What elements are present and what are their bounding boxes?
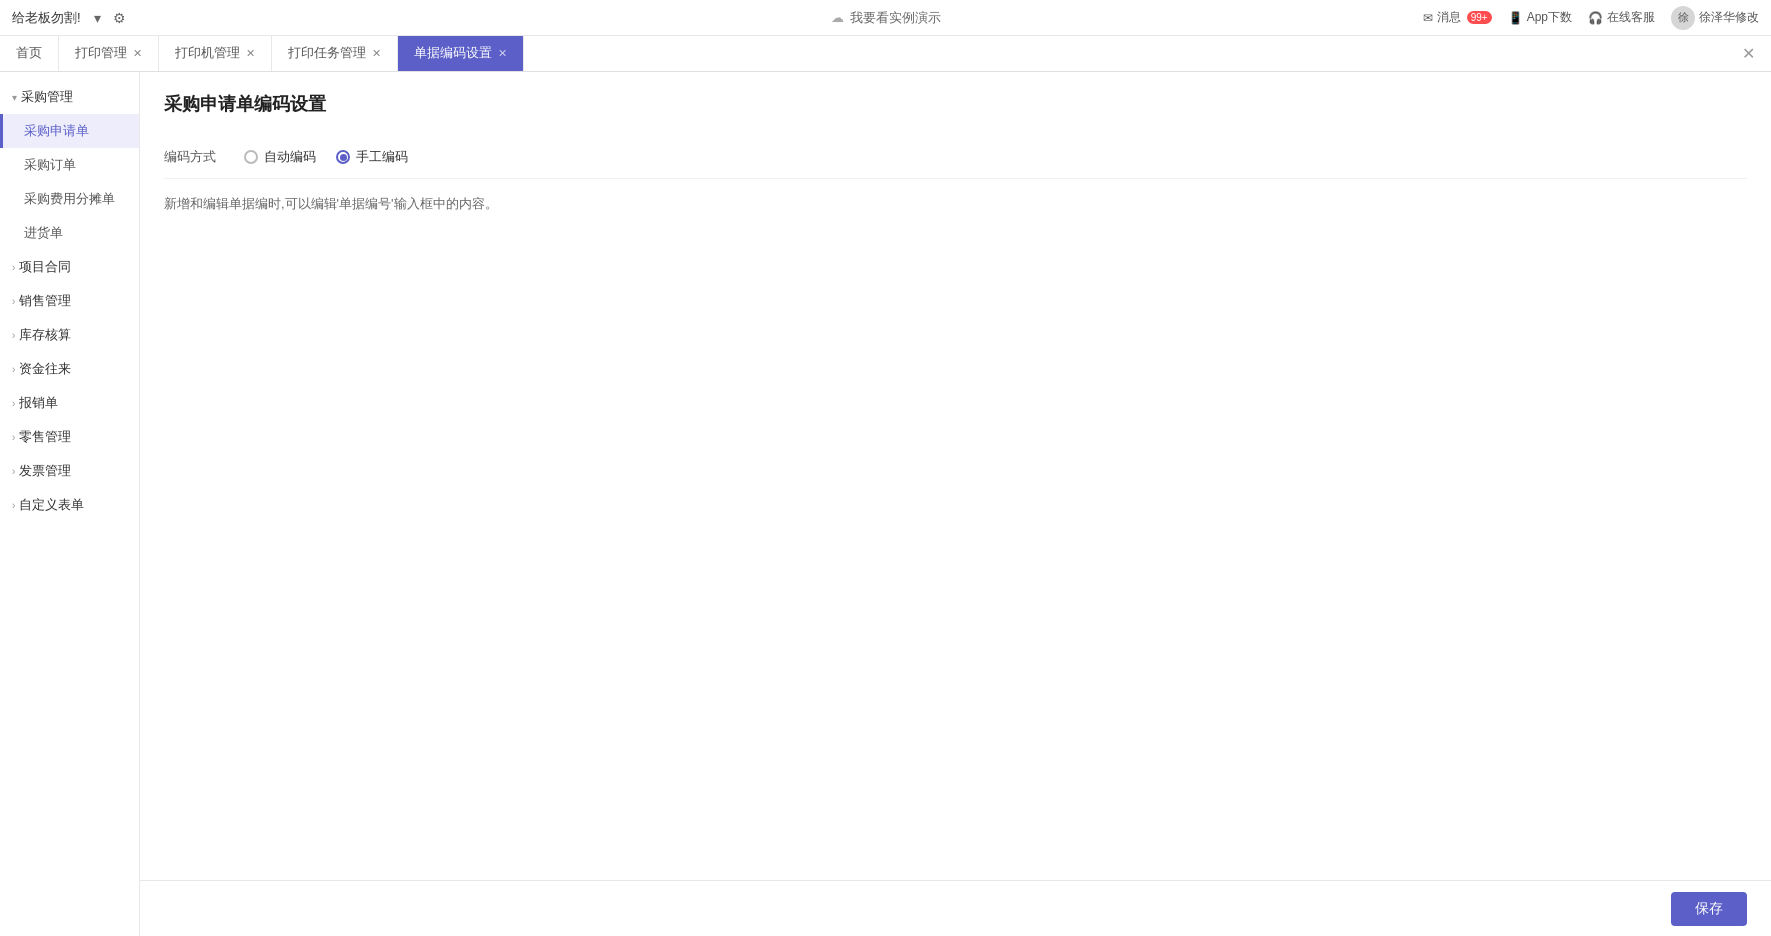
tab-bill-code-settings-close[interactable]: ✕	[498, 47, 507, 60]
sidebar-item-purchase-expense[interactable]: 采购费用分摊单	[0, 182, 139, 216]
sidebar-group-sales-mgmt-label: 销售管理	[19, 292, 71, 310]
hint-text: 新增和编辑单据编时,可以编辑'单据编号'输入框中的内容。	[164, 195, 1747, 213]
main-layout: ▾ 采购管理 采购申请单 采购订单 采购费用分摊单 进货单 › 项目合同 › 销…	[0, 72, 1771, 936]
top-bar: 给老板勿割! ▾ ⚙ ☁ 我要看实例演示 ✉ 消息 99+ 📱 App下数 🎧 …	[0, 0, 1771, 36]
footer-bar: 保存	[140, 880, 1771, 936]
radio-auto-label: 自动编码	[264, 148, 316, 166]
headset-icon: 🎧	[1588, 11, 1603, 25]
radio-manual-encoding[interactable]: 手工编码	[336, 148, 408, 166]
message-badge: 99+	[1467, 11, 1492, 24]
radio-auto-encoding[interactable]: 自动编码	[244, 148, 316, 166]
sidebar-group-custom-forms[interactable]: › 自定义表单	[0, 488, 139, 522]
tab-printer-mgmt-close[interactable]: ✕	[246, 47, 255, 60]
top-bar-left: 给老板勿割! ▾ ⚙	[12, 9, 129, 27]
arrow-right-icon-custom: ›	[12, 500, 15, 511]
sidebar-item-purchase-order-label: 采购订单	[24, 157, 76, 172]
arrow-down-icon: ▾	[12, 92, 17, 103]
sidebar-group-purchase-mgmt[interactable]: ▾ 采购管理	[0, 80, 139, 114]
sidebar-group-inventory-label: 库存核算	[19, 326, 71, 344]
sidebar-group-project-contract[interactable]: › 项目合同	[0, 250, 139, 284]
online-service-item[interactable]: 🎧 在线客服	[1588, 9, 1655, 26]
radio-group: 自动编码 手工编码	[244, 148, 408, 166]
cloud-icon: ☁	[831, 10, 844, 25]
tab-bill-code-settings[interactable]: 单据编码设置 ✕	[398, 35, 524, 71]
sidebar-item-purchase-order[interactable]: 采购订单	[0, 148, 139, 182]
sidebar-group-sales-mgmt[interactable]: › 销售管理	[0, 284, 139, 318]
top-bar-center: ☁ 我要看实例演示	[831, 9, 941, 27]
sidebar-group-returns[interactable]: › 报销单	[0, 386, 139, 420]
sidebar-group-invoice-mgmt-label: 发票管理	[19, 462, 71, 480]
radio-auto-circle	[244, 150, 258, 164]
tab-print-mgmt-close[interactable]: ✕	[133, 47, 142, 60]
tab-print-task-mgmt[interactable]: 打印任务管理 ✕	[272, 35, 398, 71]
tab-print-task-mgmt-close[interactable]: ✕	[372, 47, 381, 60]
tab-bill-code-settings-label: 单据编码设置	[414, 44, 492, 62]
encoding-label: 编码方式	[164, 148, 224, 166]
sidebar-item-purchase-expense-label: 采购费用分摊单	[24, 191, 115, 206]
gear-icon[interactable]: ⚙	[111, 9, 129, 27]
tab-home[interactable]: 首页	[0, 35, 59, 71]
tab-bar: 首页 打印管理 ✕ 打印机管理 ✕ 打印任务管理 ✕ 单据编码设置 ✕ ✕	[0, 36, 1771, 72]
tab-print-mgmt[interactable]: 打印管理 ✕	[59, 35, 159, 71]
message-icon: ✉	[1423, 11, 1433, 25]
sidebar-item-purchase-requisition[interactable]: 采购申请单	[0, 114, 139, 148]
app-download-label: App下数	[1527, 9, 1572, 26]
sidebar: ▾ 采购管理 采购申请单 采购订单 采购费用分摊单 进货单 › 项目合同 › 销…	[0, 72, 140, 936]
arrow-right-icon-invoice: ›	[12, 466, 15, 477]
sidebar-group-capital[interactable]: › 资金往来	[0, 352, 139, 386]
arrow-right-icon-project: ›	[12, 262, 15, 273]
sidebar-group-retail-mgmt[interactable]: › 零售管理	[0, 420, 139, 454]
sidebar-group-purchase-mgmt-label: 采购管理	[21, 88, 73, 106]
content-area: 采购申请单编码设置 编码方式 自动编码 手工编码 新增和编辑单据编时,可以编辑'…	[140, 72, 1771, 936]
sidebar-group-inventory[interactable]: › 库存核算	[0, 318, 139, 352]
top-bar-icons: ▾ ⚙	[89, 9, 129, 27]
tab-printer-mgmt-label: 打印机管理	[175, 44, 240, 62]
radio-manual-label: 手工编码	[356, 148, 408, 166]
user-item[interactable]: 徐 徐泽华修改	[1671, 6, 1759, 30]
message-item[interactable]: ✉ 消息 99+	[1423, 9, 1492, 26]
arrow-right-icon-sales: ›	[12, 296, 15, 307]
dropdown-icon[interactable]: ▾	[89, 9, 107, 27]
sidebar-item-purchase-requisition-label: 采购申请单	[24, 123, 89, 138]
sidebar-group-custom-forms-label: 自定义表单	[19, 496, 84, 514]
avatar-initials: 徐	[1678, 10, 1689, 25]
tab-print-mgmt-label: 打印管理	[75, 44, 127, 62]
app-download-item[interactable]: 📱 App下数	[1508, 9, 1572, 26]
arrow-right-icon-returns: ›	[12, 398, 15, 409]
message-label: 消息	[1437, 9, 1461, 26]
tab-home-label: 首页	[16, 44, 42, 62]
sidebar-item-stock-in[interactable]: 进货单	[0, 216, 139, 250]
page-title: 采购申请单编码设置	[164, 92, 1747, 116]
arrow-right-icon-retail: ›	[12, 432, 15, 443]
sidebar-group-project-contract-label: 项目合同	[19, 258, 71, 276]
app-icon: 📱	[1508, 11, 1523, 25]
encoding-row: 编码方式 自动编码 手工编码	[164, 136, 1747, 179]
online-service-label: 在线客服	[1607, 9, 1655, 26]
avatar: 徐	[1671, 6, 1695, 30]
top-bar-right: ✉ 消息 99+ 📱 App下数 🎧 在线客服 徐 徐泽华修改	[1423, 6, 1759, 30]
app-title: 给老板勿割!	[12, 9, 81, 27]
sidebar-item-stock-in-label: 进货单	[24, 225, 63, 240]
tab-print-task-mgmt-label: 打印任务管理	[288, 44, 366, 62]
sidebar-group-invoice-mgmt[interactable]: › 发票管理	[0, 454, 139, 488]
arrow-right-icon-inventory: ›	[12, 330, 15, 341]
radio-manual-circle	[336, 150, 350, 164]
sidebar-group-capital-label: 资金往来	[19, 360, 71, 378]
arrow-right-icon-capital: ›	[12, 364, 15, 375]
content-inner: 采购申请单编码设置 编码方式 自动编码 手工编码 新增和编辑单据编时,可以编辑'…	[140, 72, 1771, 880]
tab-bar-close-icon[interactable]: ✕	[1726, 44, 1771, 63]
sidebar-group-retail-mgmt-label: 零售管理	[19, 428, 71, 446]
demo-text[interactable]: 我要看实例演示	[850, 9, 941, 27]
user-label: 徐泽华修改	[1699, 9, 1759, 26]
sidebar-group-returns-label: 报销单	[19, 394, 58, 412]
save-button[interactable]: 保存	[1671, 892, 1747, 926]
tab-printer-mgmt[interactable]: 打印机管理 ✕	[159, 35, 272, 71]
